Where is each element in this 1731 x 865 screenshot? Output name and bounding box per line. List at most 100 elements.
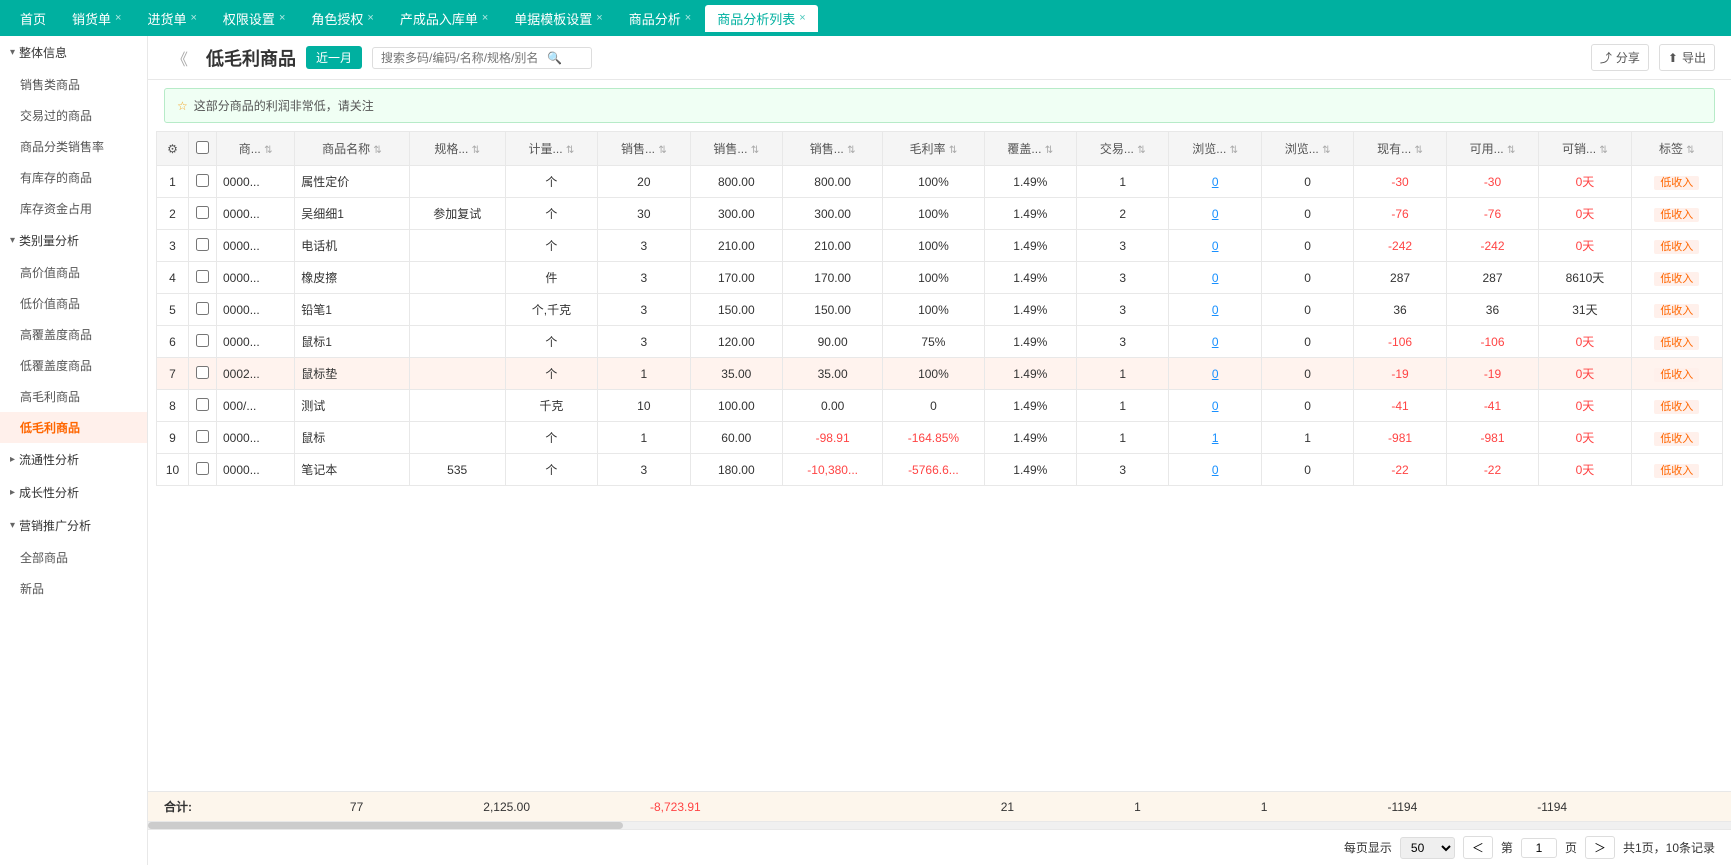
row-browse1[interactable]: 0: [1169, 198, 1261, 230]
select-all-checkbox[interactable]: [196, 141, 209, 154]
nav-home[interactable]: 首页: [8, 5, 58, 32]
row-browse1[interactable]: 0: [1169, 294, 1261, 326]
sidebar-item-all-goods[interactable]: 全部商品: [0, 542, 147, 573]
sidebar-collapse-btn[interactable]: 《: [164, 46, 196, 70]
share-btn[interactable]: ⤴ 分享: [1591, 44, 1649, 71]
row-coverage: 1.49%: [984, 454, 1076, 486]
col-browse2[interactable]: 浏览... ⇅: [1261, 132, 1353, 166]
row-unit: 千克: [505, 390, 597, 422]
row-checkbox[interactable]: [189, 262, 217, 294]
col-checkbox[interactable]: [189, 132, 217, 166]
row-checkbox[interactable]: [189, 326, 217, 358]
sidebar-item-low-coverage[interactable]: 低覆盖度商品: [0, 350, 147, 381]
row-browse1[interactable]: 0: [1169, 358, 1261, 390]
row-checkbox[interactable]: [189, 390, 217, 422]
prev-page-btn[interactable]: ＜: [1463, 836, 1493, 859]
nav-purchase[interactable]: 进货单 ×: [135, 5, 208, 32]
row-checkbox[interactable]: [189, 166, 217, 198]
sidebar-group-growth[interactable]: ▸ 成长性分析: [0, 476, 147, 509]
row-browse1[interactable]: 0: [1169, 454, 1261, 486]
row-checkbox[interactable]: [189, 294, 217, 326]
row-no: 10: [157, 454, 189, 486]
nav-permissions[interactable]: 权限设置 ×: [211, 5, 297, 32]
row-sales-price: 120.00: [690, 326, 782, 358]
row-current-stock: -30: [1354, 166, 1446, 198]
alert-banner: ☆ 这部分商品的利润非常低，请关注: [164, 88, 1715, 123]
row-sales-price: 210.00: [690, 230, 782, 262]
row-browse1[interactable]: 0: [1169, 326, 1261, 358]
row-checkbox[interactable]: [189, 230, 217, 262]
row-browse2: 0: [1261, 390, 1353, 422]
search-input[interactable]: [381, 51, 541, 65]
sidebar-item-inventory-capital[interactable]: 库存资金占用: [0, 193, 147, 224]
col-coverage[interactable]: 覆盖... ⇅: [984, 132, 1076, 166]
close-icon[interactable]: ×: [367, 12, 373, 24]
horizontal-scrollbar[interactable]: [148, 821, 1731, 829]
sidebar-group-marketing[interactable]: ▾ 营销推广分析: [0, 509, 147, 542]
sidebar-group-flow[interactable]: ▸ 流通性分析: [0, 443, 147, 476]
col-code[interactable]: 商... ⇅: [217, 132, 295, 166]
row-transaction: 3: [1077, 262, 1169, 294]
sidebar-item-new-goods[interactable]: 新品: [0, 573, 147, 604]
row-checkbox[interactable]: [189, 198, 217, 230]
export-icon: ⬆: [1668, 51, 1678, 65]
nav-product-analysis[interactable]: 商品分析 ×: [617, 5, 703, 32]
row-browse1[interactable]: 0: [1169, 166, 1261, 198]
sidebar-item-low-margin[interactable]: 低毛利商品: [0, 412, 147, 443]
nav-roles[interactable]: 角色授权 ×: [299, 5, 385, 32]
sidebar-item-traded-goods[interactable]: 交易过的商品: [0, 100, 147, 131]
sidebar-item-low-value[interactable]: 低价值商品: [0, 288, 147, 319]
sidebar-item-category-rate[interactable]: 商品分类销售率: [0, 131, 147, 162]
next-page-btn[interactable]: ＞: [1585, 836, 1615, 859]
col-unit[interactable]: 计量... ⇅: [505, 132, 597, 166]
nav-product-analysis-list[interactable]: 商品分析列表 ×: [705, 5, 817, 32]
nav-product-entry[interactable]: 产成品入库单 ×: [388, 5, 500, 32]
close-icon[interactable]: ×: [799, 12, 805, 24]
col-gross-margin[interactable]: 毛利率 ⇅: [883, 132, 984, 166]
close-icon[interactable]: ×: [279, 12, 285, 24]
col-available[interactable]: 可用... ⇅: [1446, 132, 1538, 166]
row-sales-amount: 800.00: [783, 166, 883, 198]
col-name[interactable]: 商品名称 ⇅: [295, 132, 409, 166]
sidebar-item-inventory-goods[interactable]: 有库存的商品: [0, 162, 147, 193]
col-spec[interactable]: 规格... ⇅: [409, 132, 505, 166]
col-transaction[interactable]: 交易... ⇅: [1077, 132, 1169, 166]
row-browse1[interactable]: 0: [1169, 230, 1261, 262]
nav-template[interactable]: 单据模板设置 ×: [502, 5, 614, 32]
row-unit: 个: [505, 326, 597, 358]
row-checkbox[interactable]: [189, 422, 217, 454]
close-icon[interactable]: ×: [596, 12, 602, 24]
row-gross-margin: -164.85%: [883, 422, 984, 454]
search-icon[interactable]: 🔍: [547, 51, 562, 65]
col-sales-qty[interactable]: 销售... ⇅: [598, 132, 690, 166]
sidebar-group-category[interactable]: ▾ 类别量分析: [0, 224, 147, 257]
row-browse1[interactable]: 0: [1169, 262, 1261, 294]
page-number-input[interactable]: [1521, 838, 1557, 858]
sidebar-item-high-coverage[interactable]: 高覆盖度商品: [0, 319, 147, 350]
col-saleable[interactable]: 可销... ⇅: [1539, 132, 1631, 166]
col-sales-price[interactable]: 销售... ⇅: [690, 132, 782, 166]
col-browse1[interactable]: 浏览... ⇅: [1169, 132, 1261, 166]
date-filter-btn[interactable]: 近一月: [306, 46, 362, 69]
col-settings[interactable]: ⚙: [157, 132, 189, 166]
search-box: 🔍: [372, 47, 592, 69]
page-size-select[interactable]: 50 20 100: [1400, 837, 1455, 859]
nav-sales[interactable]: 销货单 ×: [60, 5, 133, 32]
row-code: 000/...: [217, 390, 295, 422]
col-current-stock[interactable]: 现有... ⇅: [1354, 132, 1446, 166]
close-icon[interactable]: ×: [190, 12, 196, 24]
export-btn[interactable]: ⬆ 导出: [1659, 44, 1715, 71]
row-checkbox[interactable]: [189, 358, 217, 390]
row-checkbox[interactable]: [189, 454, 217, 486]
sidebar-item-high-margin[interactable]: 高毛利商品: [0, 381, 147, 412]
sidebar-item-sales-goods[interactable]: 销售类商品: [0, 69, 147, 100]
sidebar-item-high-value[interactable]: 高价值商品: [0, 257, 147, 288]
row-browse1[interactable]: 1: [1169, 422, 1261, 454]
sidebar-group-overall[interactable]: ▾ 整体信息: [0, 36, 147, 69]
col-sales-amount[interactable]: 销售... ⇅: [783, 132, 883, 166]
close-icon[interactable]: ×: [482, 12, 488, 24]
row-browse1[interactable]: 0: [1169, 390, 1261, 422]
col-tag[interactable]: 标签 ⇅: [1631, 132, 1722, 166]
close-icon[interactable]: ×: [115, 12, 121, 24]
close-icon[interactable]: ×: [685, 12, 691, 24]
